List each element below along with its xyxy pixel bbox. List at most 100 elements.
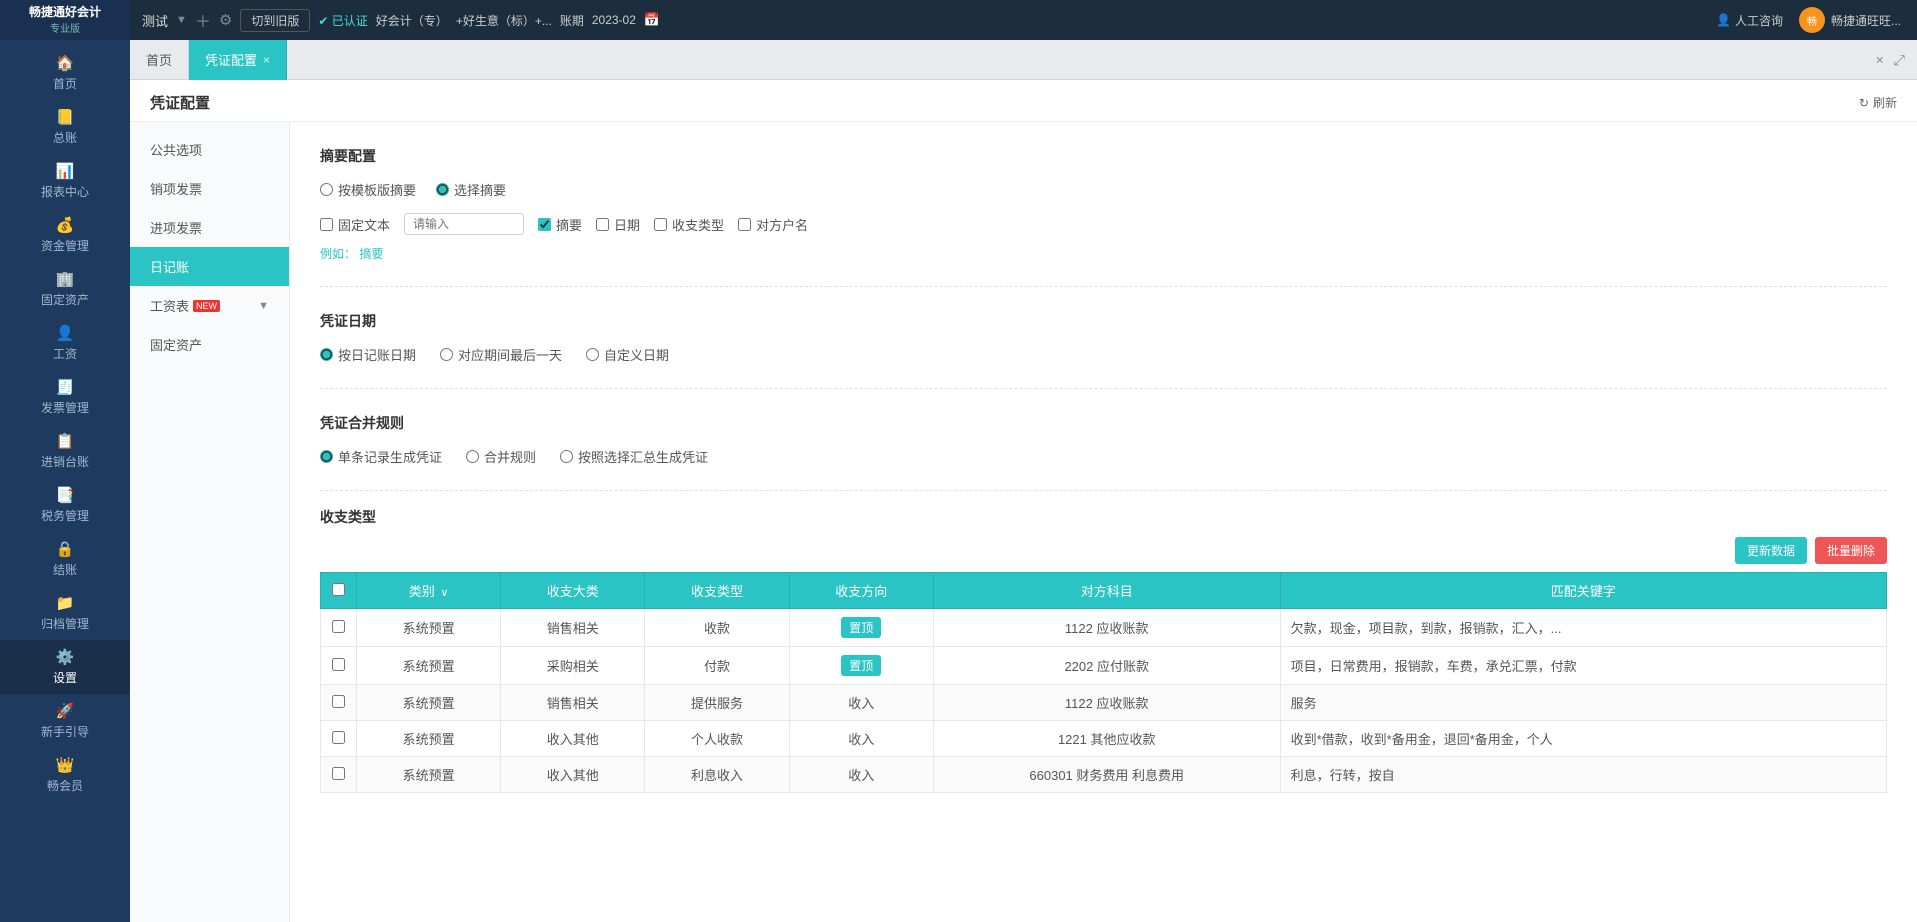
checkbox-date[interactable]	[596, 218, 609, 231]
radio-summary[interactable]	[560, 450, 573, 463]
th-keywords: 匹配关键字	[1280, 573, 1886, 609]
sidebar-item-archive[interactable]: 📁 归档管理	[0, 586, 130, 640]
tab-voucher-config[interactable]: 凭证配置 ×	[189, 40, 287, 80]
row5-keywords: 利息，行转，按自	[1280, 757, 1886, 793]
divider-3	[320, 490, 1887, 491]
sidebar-item-home[interactable]: 🏠 首页	[0, 46, 130, 100]
radio-template-label[interactable]: 按模板版摘要	[320, 180, 416, 199]
nav-item-sales-invoice[interactable]: 销项发票	[130, 169, 289, 208]
divider-2	[320, 388, 1887, 389]
checkbox-type-label[interactable]: 收支类型	[654, 215, 724, 234]
sidebar-item-funds[interactable]: 💰 资金管理	[0, 208, 130, 262]
sidebar-item-tax[interactable]: 📑 税务管理	[0, 478, 130, 532]
sidebar-item-guide[interactable]: 🚀 新手引导	[0, 694, 130, 748]
sidebar-item-trade[interactable]: 📋 进销台账	[0, 424, 130, 478]
merge-rules-radio-group: 单条记录生成凭证 合并规则 按照选择汇总生成凭证	[320, 447, 1887, 466]
radio-custom-date[interactable]	[586, 348, 599, 361]
radio-merge[interactable]	[466, 450, 479, 463]
trade-icon: 📋	[56, 432, 75, 450]
table-row: 系统预置 收入其他 利息收入 收入 660301 财务费用 利息费用 利息，行转…	[321, 757, 1887, 793]
tab-close-icon[interactable]: ×	[263, 53, 270, 67]
radio-period-last[interactable]	[440, 348, 453, 361]
table-row: 系统预置 收入其他 个人收款 收入 1221 其他应收款 收到*借款，收到*备用…	[321, 721, 1887, 757]
nav-item-public[interactable]: 公共选项	[130, 130, 289, 169]
radio-single[interactable]	[320, 450, 333, 463]
radio-diary-date-label[interactable]: 按日记账日期	[320, 345, 416, 364]
radio-template[interactable]	[320, 183, 333, 196]
sidebar-item-ledger[interactable]: 📒 总账	[0, 100, 130, 154]
row2-checkbox[interactable]	[332, 658, 345, 671]
radio-merge-label[interactable]: 合并规则	[466, 447, 536, 466]
home-icon: 🏠	[56, 54, 75, 72]
sidebar: 🏠 首页 📒 总账 📊 报表中心 💰 资金管理 🏢 固定资产 👤 工资 🧾 发票…	[0, 40, 130, 922]
tab-home[interactable]: 首页	[130, 40, 189, 80]
checkbox-counterparty[interactable]	[738, 218, 751, 231]
th-direction: 收支方向	[789, 573, 933, 609]
checkbox-counterparty-label[interactable]: 对方户名	[738, 215, 808, 234]
sort-icon: ∨	[440, 587, 448, 599]
settings-icon[interactable]: ⚙	[219, 11, 232, 29]
nav-item-purchase-invoice[interactable]: 进项发票	[130, 208, 289, 247]
sidebar-item-salary[interactable]: 👤 工资	[0, 316, 130, 370]
nav-item-payroll[interactable]: 工资表 NEW ▼	[130, 286, 289, 325]
switch-old-btn[interactable]: 切到旧版	[240, 9, 310, 32]
add-icon[interactable]: ＋	[195, 8, 211, 32]
sidebar-item-settings[interactable]: ⚙️ 设置	[0, 640, 130, 694]
nav-item-diary[interactable]: 日记账	[130, 247, 289, 286]
checkbox-summary-label[interactable]: 摘要	[538, 215, 582, 234]
radio-summary-label[interactable]: 按照选择汇总生成凭证	[560, 447, 708, 466]
checkbox-type[interactable]	[654, 218, 667, 231]
sidebar-item-assets[interactable]: 🏢 固定资产	[0, 262, 130, 316]
dropdown-arrow-icon[interactable]: ▼	[176, 14, 187, 26]
row4-checkbox[interactable]	[332, 731, 345, 744]
radio-custom-date-label[interactable]: 自定义日期	[586, 345, 669, 364]
nav-item-fixed-assets[interactable]: 固定资产	[130, 325, 289, 364]
sidebar-item-closing[interactable]: 🔒 结账	[0, 532, 130, 586]
batch-delete-btn[interactable]: 批量删除	[1815, 537, 1887, 564]
update-data-btn[interactable]: 更新数据	[1735, 537, 1807, 564]
window-close-icon[interactable]: ×	[1876, 52, 1884, 68]
radio-select-label[interactable]: 选择摘要	[436, 180, 506, 199]
th-category: 类别 ∨	[357, 573, 501, 609]
topbar-right: 👤 人工咨询 畅 畅捷通旺旺...	[1716, 7, 1917, 33]
page-header: 凭证配置 ↻ 刷新	[130, 80, 1917, 122]
row5-category: 系统预置	[357, 757, 501, 793]
calendar-icon[interactable]: 📅	[644, 12, 660, 28]
voucher-date-radio-group: 按日记账日期 对应期间最后一天 自定义日期	[320, 345, 1887, 364]
sidebar-item-reports[interactable]: 📊 报表中心	[0, 154, 130, 208]
select-all-checkbox[interactable]	[332, 583, 345, 596]
checkbox-fixed[interactable]	[320, 218, 333, 231]
row3-subject: 1122 应收账款	[933, 685, 1280, 721]
radio-diary-date[interactable]	[320, 348, 333, 361]
fixed-text-input[interactable]	[404, 213, 524, 235]
refresh-icon: ↻	[1859, 96, 1869, 110]
settings-sidebar-icon: ⚙️	[56, 648, 75, 666]
row3-checkbox[interactable]	[332, 695, 345, 708]
table-row: 系统预置 销售相关 收款 置顶 1122 应收账款 欠款，现金，项目款，到款，报…	[321, 609, 1887, 647]
row1-big-type: 销售相关	[501, 609, 645, 647]
radio-select[interactable]	[436, 183, 449, 196]
income-expense-table: 类别 ∨ 收支大类 收支类型 收支方向 对方科目 匹配关键字	[320, 572, 1887, 793]
row1-checkbox[interactable]	[332, 620, 345, 633]
row2-reset-btn[interactable]: 置顶	[841, 655, 881, 676]
user-area[interactable]: 畅 畅捷通旺旺...	[1799, 7, 1901, 33]
sidebar-item-member[interactable]: 👑 畅会员	[0, 748, 130, 802]
nav-arrow-icon: ▼	[258, 300, 269, 312]
row2-big-type: 采购相关	[501, 647, 645, 685]
row4-category: 系统预置	[357, 721, 501, 757]
row1-category: 系统预置	[357, 609, 501, 647]
service-btn[interactable]: 👤 人工咨询	[1716, 12, 1783, 29]
window-expand-icon[interactable]: ⤢	[1894, 51, 1905, 68]
refresh-btn[interactable]: ↻ 刷新	[1859, 94, 1897, 111]
sidebar-item-invoice[interactable]: 🧾 发票管理	[0, 370, 130, 424]
radio-single-label[interactable]: 单条记录生成凭证	[320, 447, 442, 466]
radio-period-last-label[interactable]: 对应期间最后一天	[440, 345, 562, 364]
checkbox-summary[interactable]	[538, 218, 551, 231]
income-expense-section: 收支类型 更新数据 批量删除	[320, 507, 1887, 793]
row1-reset-btn[interactable]: 置顶	[841, 617, 881, 638]
checkbox-fixed-label[interactable]: 固定文本	[320, 215, 390, 234]
row3-big-type: 销售相关	[501, 685, 645, 721]
checkbox-date-label[interactable]: 日期	[596, 215, 640, 234]
row5-checkbox[interactable]	[332, 767, 345, 780]
certified-tag: ✔ 已认证	[318, 12, 367, 29]
